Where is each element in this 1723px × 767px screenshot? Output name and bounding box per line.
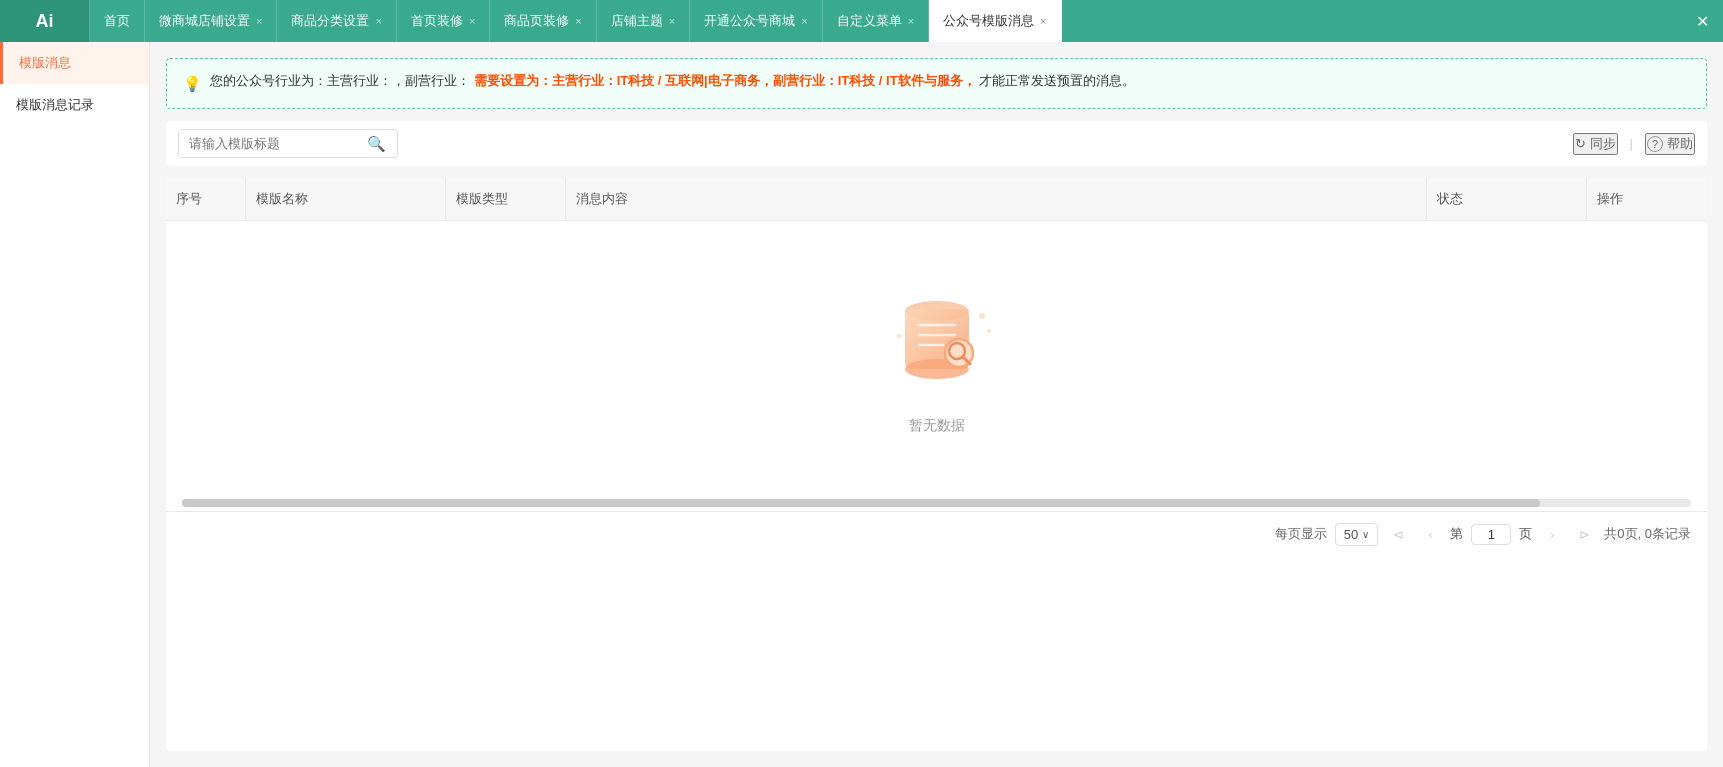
table-header: 序号 模版名称 模版类型 消息内容 状态 操作: [166, 178, 1707, 221]
pagination: 每页显示 50 ∨ ⊲ ‹ 第 页 › ⊳ 共0页, 0条记录: [166, 511, 1707, 556]
sync-button[interactable]: ↻ 同步: [1573, 133, 1618, 155]
close-all-icon: ✕: [1696, 12, 1709, 31]
col-content: 消息内容: [566, 178, 1427, 220]
info-banner: 💡 您的公众号行业为：主营行业：，副营行业： 需要设置为：主营行业：IT科技 /…: [166, 58, 1707, 109]
help-button[interactable]: ? 帮助: [1645, 133, 1695, 155]
nav-tab-custom-menu[interactable]: 自定义菜单×: [823, 0, 929, 42]
nav-tab-product-decor[interactable]: 商品页装修×: [490, 0, 596, 42]
content-area: 💡 您的公众号行业为：主营行业：，副营行业： 需要设置为：主营行业：IT科技 /…: [150, 42, 1723, 767]
top-nav: Ai 首页微商城店铺设置×商品分类设置×首页装修×商品页装修×店铺主题×开通公众…: [0, 0, 1723, 42]
close-tab-icon-homepage-decor[interactable]: ×: [469, 15, 475, 27]
logo: Ai: [0, 0, 90, 42]
first-page-button[interactable]: ⊲: [1386, 522, 1410, 546]
sidebar-item-template-log[interactable]: 模版消息记录: [0, 84, 149, 126]
page-suffix: 页: [1519, 525, 1532, 543]
banner-suffix: 才能正常发送预置的消息。: [979, 73, 1135, 88]
prev-page-button[interactable]: ‹: [1418, 522, 1442, 546]
page-prefix: 第: [1450, 525, 1463, 543]
col-index: 序号: [166, 178, 246, 220]
nav-tab-homepage-decor[interactable]: 首页装修×: [397, 0, 490, 42]
svg-point-10: [987, 329, 991, 333]
nav-tab-category[interactable]: 商品分类设置×: [277, 0, 396, 42]
sidebar: 模版消息模版消息记录: [0, 42, 150, 767]
search-button[interactable]: 🔍: [359, 135, 394, 153]
per-page-value: 50: [1344, 527, 1358, 542]
nav-tab-open-mall[interactable]: 开通公众号商城×: [690, 0, 822, 42]
bulb-icon: 💡: [183, 72, 202, 96]
nav-tab-shop-theme[interactable]: 店铺主题×: [597, 0, 690, 42]
search-box: 🔍: [178, 129, 398, 158]
empty-state: 暂无数据: [166, 221, 1707, 495]
help-label: 帮助: [1667, 135, 1693, 153]
page-input[interactable]: [1471, 524, 1511, 545]
scrollbar-area: [166, 495, 1707, 511]
scrollbar-thumb[interactable]: [182, 499, 1540, 507]
toolbar-divider: |: [1630, 136, 1633, 151]
close-tab-icon-product-decor[interactable]: ×: [575, 15, 581, 27]
total-info: 共0页, 0条记录: [1604, 525, 1691, 543]
search-input[interactable]: [179, 130, 359, 157]
next-page-button[interactable]: ›: [1540, 522, 1564, 546]
last-page-button[interactable]: ⊳: [1572, 522, 1596, 546]
close-tab-icon-template-msg[interactable]: ×: [1040, 15, 1046, 27]
scrollbar-track: [182, 499, 1691, 507]
per-page-label: 每页显示: [1275, 525, 1327, 543]
empty-illustration: [877, 281, 997, 401]
dropdown-icon: ∨: [1362, 529, 1369, 540]
nav-tab-home[interactable]: 首页: [90, 0, 145, 42]
sidebar-item-template-msg[interactable]: 模版消息: [0, 42, 149, 84]
nav-tabs: 首页微商城店铺设置×商品分类设置×首页装修×商品页装修×店铺主题×开通公众号商城…: [90, 0, 1682, 42]
empty-text: 暂无数据: [909, 417, 965, 435]
close-tab-icon-shop-theme[interactable]: ×: [669, 15, 675, 27]
sidebar-items-container: 模版消息模版消息记录: [0, 42, 149, 126]
per-page-select[interactable]: 50 ∨: [1335, 523, 1378, 546]
nav-tab-wechat-shop[interactable]: 微商城店铺设置×: [145, 0, 277, 42]
banner-text: 您的公众号行业为：主营行业：，副营行业： 需要设置为：主营行业：IT科技 / 互…: [210, 71, 1135, 92]
main-layout: 模版消息模版消息记录 💡 您的公众号行业为：主营行业：，副营行业： 需要设置为：…: [0, 42, 1723, 767]
close-tab-icon-category[interactable]: ×: [375, 15, 381, 27]
close-all-button[interactable]: ✕: [1682, 0, 1723, 42]
toolbar-actions: ↻ 同步 | ? 帮助: [1573, 133, 1695, 155]
close-tab-icon-open-mall[interactable]: ×: [801, 15, 807, 27]
sync-icon: ↻: [1575, 136, 1586, 151]
help-icon: ?: [1647, 136, 1663, 152]
toolbar: 🔍 ↻ 同步 | ? 帮助: [166, 121, 1707, 166]
banner-prefix: 您的公众号行业为：主营行业：，副营行业：: [210, 73, 470, 88]
col-name: 模版名称: [246, 178, 446, 220]
col-action: 操作: [1587, 178, 1707, 220]
data-table: 序号 模版名称 模版类型 消息内容 状态 操作: [166, 178, 1707, 751]
banner-highlight: 需要设置为：主营行业：IT科技 / 互联网|电子商务，副营行业：IT科技 / I…: [474, 73, 976, 88]
sync-label: 同步: [1590, 135, 1616, 153]
col-type: 模版类型: [446, 178, 566, 220]
search-icon: 🔍: [367, 135, 386, 152]
svg-point-9: [979, 313, 985, 319]
close-tab-icon-wechat-shop[interactable]: ×: [256, 15, 262, 27]
svg-point-11: [896, 334, 901, 339]
close-tab-icon-custom-menu[interactable]: ×: [908, 15, 914, 27]
col-status: 状态: [1427, 178, 1587, 220]
nav-tab-template-msg[interactable]: 公众号模版消息×: [929, 0, 1061, 42]
